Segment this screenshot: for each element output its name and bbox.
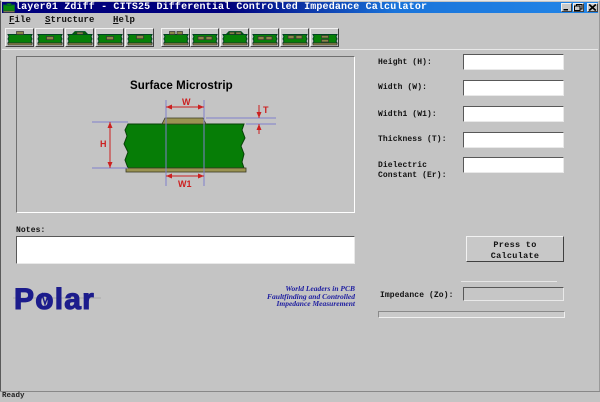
svg-text:Polar: Polar (14, 284, 95, 312)
svg-text:T: T (263, 105, 269, 115)
svg-text:W: W (182, 98, 191, 107)
svg-text:W1: W1 (178, 179, 192, 189)
svg-text:H: H (100, 139, 107, 149)
